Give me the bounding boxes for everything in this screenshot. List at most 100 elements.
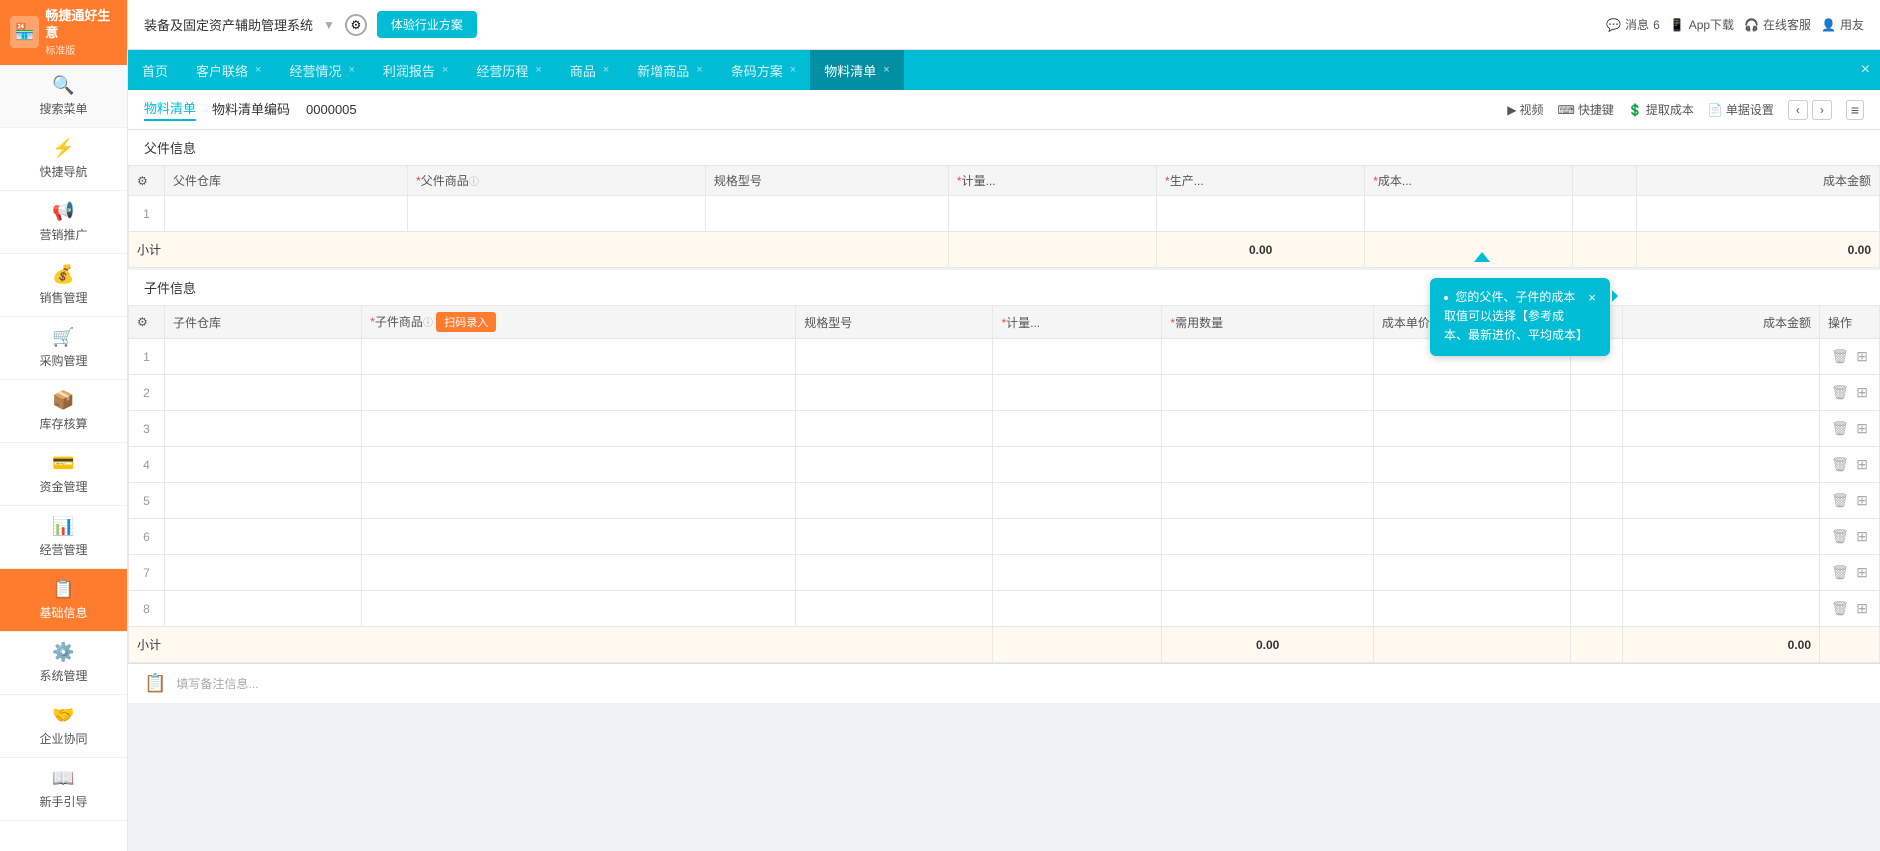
child-row-4-unit[interactable] bbox=[993, 447, 1162, 483]
trial-btn[interactable]: 体验行业方案 bbox=[377, 11, 477, 38]
tab-operation[interactable]: 经营情况 × bbox=[275, 50, 368, 90]
child-row-5-qty[interactable] bbox=[1162, 483, 1373, 519]
child-row-2-unit[interactable] bbox=[993, 375, 1162, 411]
child-row-3-unit-cost[interactable] bbox=[1373, 411, 1570, 447]
menu-icon[interactable]: ≡ bbox=[1846, 100, 1864, 120]
child-row-1-goods[interactable] bbox=[362, 339, 796, 375]
tab-profit-close[interactable]: × bbox=[442, 64, 448, 76]
tab-customer[interactable]: 客户联络 × bbox=[182, 50, 275, 90]
tab-home[interactable]: 首页 bbox=[128, 50, 182, 90]
dropdown-arrow-icon[interactable]: ▼ bbox=[323, 18, 335, 32]
sidebar-item-enterprise[interactable]: 🤝 企业协同 bbox=[0, 695, 127, 758]
copy-icon[interactable]: ⊞ bbox=[1856, 600, 1868, 616]
delete-icon[interactable]: 🗑 bbox=[1831, 420, 1849, 436]
sidebar-item-sales[interactable]: 💰 销售管理 bbox=[0, 254, 127, 317]
sidebar-item-guide[interactable]: 📖 新手引导 bbox=[0, 758, 127, 821]
cost-action[interactable]: 💲 提取成本 bbox=[1628, 101, 1694, 118]
child-row-4-goods[interactable] bbox=[362, 447, 796, 483]
copy-icon[interactable]: ⊞ bbox=[1856, 384, 1868, 400]
child-row-7-warehouse[interactable] bbox=[165, 555, 362, 591]
tab-history[interactable]: 经营历程 × bbox=[462, 50, 555, 90]
child-row-1-spec[interactable] bbox=[796, 339, 993, 375]
child-row-4-qty[interactable] bbox=[1162, 447, 1373, 483]
tooltip-close-btn[interactable]: × bbox=[1588, 288, 1596, 309]
child-row-6-spec[interactable] bbox=[796, 519, 993, 555]
sidebar-item-finance[interactable]: 💳 资金管理 bbox=[0, 443, 127, 506]
sidebar-item-purchase[interactable]: 🛒 采购管理 bbox=[0, 317, 127, 380]
child-row-8-unit[interactable] bbox=[993, 591, 1162, 627]
copy-icon[interactable]: ⊞ bbox=[1856, 456, 1868, 472]
video-action[interactable]: ▶ 视频 bbox=[1507, 101, 1543, 118]
next-arrow[interactable]: › bbox=[1812, 100, 1832, 120]
child-row-1-qty[interactable] bbox=[1162, 339, 1373, 375]
parent-cell-prod[interactable] bbox=[1157, 196, 1365, 232]
child-row-7-qty[interactable] bbox=[1162, 555, 1373, 591]
prev-arrow[interactable]: ‹ bbox=[1788, 100, 1808, 120]
sidebar-item-system[interactable]: ⚙️ 系统管理 bbox=[0, 632, 127, 695]
child-row-4-spec[interactable] bbox=[796, 447, 993, 483]
child-row-8-qty[interactable] bbox=[1162, 591, 1373, 627]
delete-icon[interactable]: 🗑 bbox=[1831, 384, 1849, 400]
child-row-2-spec[interactable] bbox=[796, 375, 993, 411]
tab-customer-close[interactable]: × bbox=[255, 64, 261, 76]
sidebar-item-basic-info[interactable]: 📋 基础信息 bbox=[0, 569, 127, 632]
sub-tab-bom[interactable]: 物料清单 bbox=[144, 98, 196, 121]
child-row-8-unit-cost[interactable] bbox=[1373, 591, 1570, 627]
child-row-7-unit[interactable] bbox=[993, 555, 1162, 591]
delete-icon[interactable]: 🗑 bbox=[1831, 348, 1849, 364]
tab-bom-close[interactable]: × bbox=[883, 64, 889, 76]
close-all-tabs[interactable]: × bbox=[1851, 61, 1880, 79]
tab-operation-close[interactable]: × bbox=[348, 64, 354, 76]
child-row-6-warehouse[interactable] bbox=[165, 519, 362, 555]
sidebar-item-search[interactable]: 🔍 搜索菜单 bbox=[0, 65, 127, 128]
child-row-3-spec[interactable] bbox=[796, 411, 993, 447]
child-row-2-goods[interactable] bbox=[362, 375, 796, 411]
delete-icon[interactable]: 🗑 bbox=[1831, 528, 1849, 544]
tab-profit[interactable]: 利润报告 × bbox=[369, 50, 462, 90]
child-row-2-unit-cost[interactable] bbox=[1373, 375, 1570, 411]
tab-barcode-close[interactable]: × bbox=[790, 64, 796, 76]
copy-icon[interactable]: ⊞ bbox=[1856, 348, 1868, 364]
delete-icon[interactable]: 🗑 bbox=[1831, 492, 1849, 508]
child-row-5-spec[interactable] bbox=[796, 483, 993, 519]
child-row-4-warehouse[interactable] bbox=[165, 447, 362, 483]
child-row-3-unit[interactable] bbox=[993, 411, 1162, 447]
tab-bom[interactable]: 物料清单 × bbox=[810, 50, 903, 90]
sidebar-item-inventory[interactable]: 📦 库存核算 bbox=[0, 380, 127, 443]
child-row-1-unit[interactable] bbox=[993, 339, 1162, 375]
shortcut-action[interactable]: ⌨ 快捷键 bbox=[1558, 101, 1614, 118]
delete-icon[interactable]: 🗑 bbox=[1831, 600, 1849, 616]
parent-cell-unit[interactable] bbox=[948, 196, 1156, 232]
app-download-action[interactable]: 📱 App下载 bbox=[1670, 16, 1734, 33]
scan-button[interactable]: 扫码录入 bbox=[436, 312, 496, 332]
single-settings-action[interactable]: 📄 单据设置 bbox=[1708, 101, 1774, 118]
child-row-5-unit[interactable] bbox=[993, 483, 1162, 519]
copy-icon[interactable]: ⊞ bbox=[1856, 528, 1868, 544]
child-row-2-qty[interactable] bbox=[1162, 375, 1373, 411]
tab-goods-close[interactable]: × bbox=[603, 64, 609, 76]
online-service-action[interactable]: 🎧 在线客服 bbox=[1744, 16, 1811, 33]
sidebar-item-operation[interactable]: 📊 经营管理 bbox=[0, 506, 127, 569]
parent-cell-goods[interactable] bbox=[408, 196, 706, 232]
child-row-8-goods[interactable] bbox=[362, 591, 796, 627]
copy-icon[interactable]: ⊞ bbox=[1856, 564, 1868, 580]
child-row-8-warehouse[interactable] bbox=[165, 591, 362, 627]
child-row-5-warehouse[interactable] bbox=[165, 483, 362, 519]
child-row-4-unit-cost[interactable] bbox=[1373, 447, 1570, 483]
parent-cell-cost[interactable] bbox=[1365, 196, 1573, 232]
child-row-3-qty[interactable] bbox=[1162, 411, 1373, 447]
copy-icon[interactable]: ⊞ bbox=[1856, 492, 1868, 508]
message-action[interactable]: 💬 消息 6 bbox=[1606, 16, 1660, 33]
child-row-6-unit-cost[interactable] bbox=[1373, 519, 1570, 555]
child-row-2-warehouse[interactable] bbox=[165, 375, 362, 411]
child-row-6-goods[interactable] bbox=[362, 519, 796, 555]
delete-icon[interactable]: 🗑 bbox=[1831, 456, 1849, 472]
sidebar-item-marketing[interactable]: 📢 营销推广 bbox=[0, 191, 127, 254]
child-row-3-goods[interactable] bbox=[362, 411, 796, 447]
tab-new-goods-close[interactable]: × bbox=[696, 64, 702, 76]
child-row-5-goods[interactable] bbox=[362, 483, 796, 519]
tab-history-close[interactable]: × bbox=[535, 64, 541, 76]
copy-icon[interactable]: ⊞ bbox=[1856, 420, 1868, 436]
tab-goods[interactable]: 商品 × bbox=[556, 50, 623, 90]
parent-th-settings[interactable]: ⚙ bbox=[129, 166, 165, 196]
